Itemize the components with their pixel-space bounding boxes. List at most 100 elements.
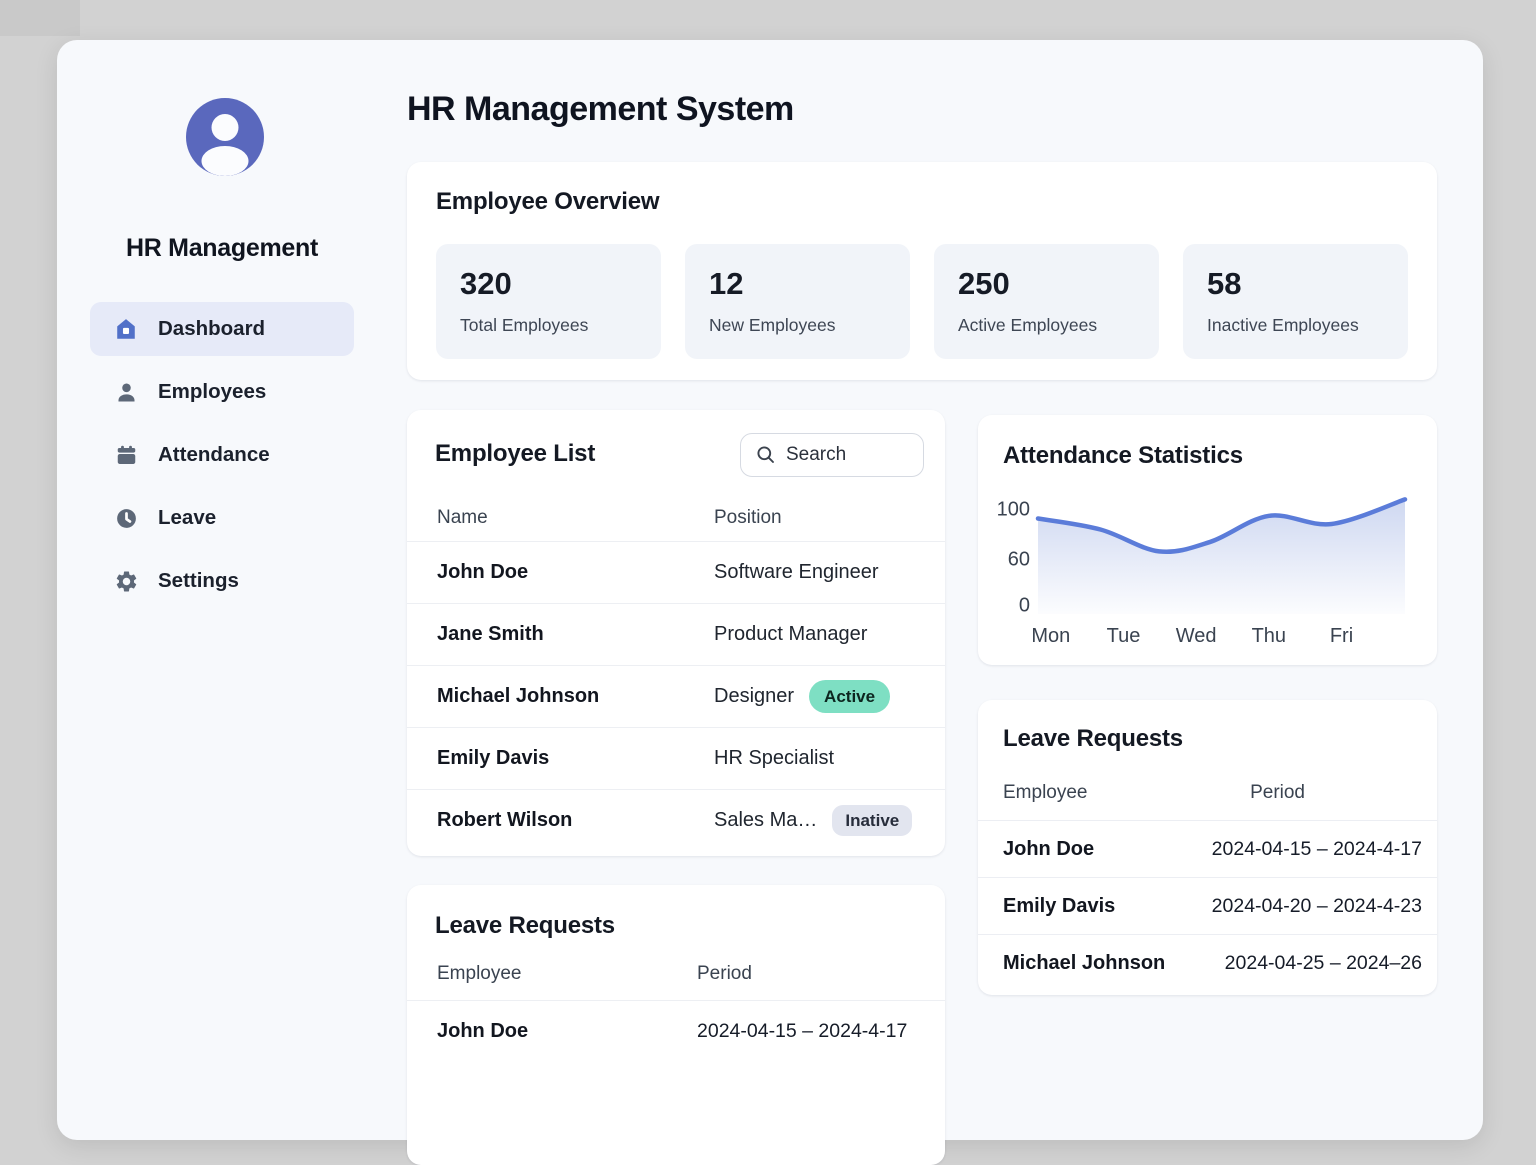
column-header-position: Position (714, 507, 782, 528)
employee-position: Product Manager (714, 623, 868, 645)
table-row: Michael Johnson 2024-04-25 – 2024–26 (978, 934, 1437, 991)
column-header-employee: Employee (1003, 782, 1088, 803)
stat-label: Total Employees (460, 315, 589, 335)
stat-label: Active Employees (958, 315, 1098, 335)
employee-name: Jane Smith (437, 623, 544, 645)
table-row: Jane Smith Product Manager (407, 603, 945, 665)
x-tick-label: Mon (1031, 625, 1071, 647)
page-title: HR Management System (407, 90, 794, 128)
leave-employee: John Doe (1003, 837, 1095, 860)
employee-list-title: Employee List (435, 440, 596, 467)
brand-name: HR Management (126, 234, 318, 262)
employee-position: Designer (714, 685, 795, 707)
stat-card-inactive-employees: 58 Inactive Employees (1183, 244, 1408, 359)
sidebar-item-label: Settings (158, 569, 239, 592)
table-row: John Doe 2024-04-15 – 2024-4-17 (978, 820, 1437, 877)
status-badge: Active (809, 680, 891, 713)
stat-value: 320 (460, 266, 512, 301)
table-row: John Doe 2024-04-15 – 2024-4-17 (407, 1000, 945, 1062)
table-row: John Doe Software Engineer (407, 541, 945, 603)
desktop-background-corner (0, 0, 80, 36)
employee-position-cell: Designer Active (714, 680, 945, 713)
table-row: Emily Davis 2024-04-20 – 2024-4-23 (978, 877, 1437, 934)
calendar-icon (111, 442, 141, 468)
y-tick-label: 0 (1018, 594, 1030, 617)
sidebar-item-dashboard[interactable]: Dashboard (90, 302, 354, 356)
column-header-period: Period (697, 962, 752, 984)
attendance-statistics-panel: Attendance Statistics 100 60 0 Mon Tue Wed Th… (978, 415, 1437, 665)
search-icon (755, 444, 777, 466)
attendance-title: Attendance Statistics (1003, 442, 1243, 469)
employee-list-header: Employee List (407, 410, 945, 495)
employee-overview-panel: Employee Overview 320 Total Employees 12… (407, 162, 1437, 380)
employee-position: Sales Ma… (714, 809, 818, 831)
home-icon (111, 316, 141, 342)
stat-value: 58 (1207, 266, 1242, 301)
search-input[interactable] (786, 444, 906, 466)
employee-name: Emily Davis (437, 747, 550, 769)
sidebar-item-label: Dashboard (158, 317, 266, 340)
employee-name: John Doe (437, 561, 529, 583)
employee-position: HR Specialist (714, 747, 835, 769)
x-tick-label: Tue (1106, 625, 1141, 647)
leave-period: 2024-04-15 – 2024-4-17 (697, 1020, 908, 1042)
employee-list-panel: Employee List Name Position John Doe Sof… (407, 410, 945, 856)
sidebar-nav: Dashboard Employees Attendance Leave Set… (90, 302, 354, 617)
table-row: Robert Wilson Sales Ma… Inative (407, 789, 945, 851)
leave-employee: Emily Davis (1003, 894, 1116, 917)
leave-table-rows: John Doe 2024-04-15 – 2024-4-17 Emily Da… (978, 820, 1437, 991)
sidebar-item-leave[interactable]: Leave (90, 491, 354, 545)
stat-card-active-employees: 250 Active Employees (934, 244, 1159, 359)
clock-icon (111, 505, 141, 531)
x-tick-label: Thu (1251, 625, 1287, 647)
y-tick-label: 60 (1007, 548, 1030, 571)
leave-employee: John Doe (437, 1020, 529, 1042)
leave-table-rows: John Doe 2024-04-15 – 2024-4-17 (407, 1000, 945, 1062)
table-row: Emily Davis HR Specialist (407, 727, 945, 789)
leave-table-columns: Employee Period (407, 947, 945, 1000)
x-tick-label: Fri (1329, 625, 1354, 647)
column-header-name: Name (437, 507, 488, 528)
app-window: HR Management Dashboard Employees Attend… (57, 40, 1483, 1165)
employee-overview-title: Employee Overview (436, 188, 660, 215)
stat-card-new-employees: 12 New Employees (685, 244, 910, 359)
stat-label: New Employees (709, 315, 836, 335)
attendance-line-chart (1035, 496, 1408, 614)
leave-requests-title: Leave Requests (435, 912, 615, 939)
sidebar-item-attendance[interactable]: Attendance (90, 428, 354, 482)
person-icon (111, 379, 141, 405)
leave-period: 2024-04-25 – 2024–26 (1224, 951, 1422, 974)
x-tick-label: Wed (1175, 625, 1217, 647)
sidebar-item-label: Attendance (158, 443, 270, 466)
leave-employee: Michael Johnson (1003, 951, 1166, 974)
stat-label: Inactive Employees (1207, 315, 1359, 335)
stat-cards: 320 Total Employees 12 New Employees 250… (436, 244, 1408, 359)
chart-area-fill (1038, 499, 1405, 614)
employee-table-columns: Name Position (407, 495, 945, 541)
chart-x-axis: Mon Tue Wed Thu Fri (1031, 625, 1405, 651)
y-tick-label: 100 (996, 498, 1030, 521)
stat-value: 250 (958, 266, 1010, 301)
employee-name: Michael Johnson (437, 685, 600, 707)
leave-table-columns: Employee Period (978, 766, 1437, 820)
gear-icon (111, 568, 141, 594)
leave-requests-bottom-panel: Leave Requests Employee Period John Doe … (407, 885, 945, 1165)
sidebar-item-label: Employees (158, 380, 267, 403)
sidebar-item-settings[interactable]: Settings (90, 554, 354, 608)
stat-card-total-employees: 320 Total Employees (436, 244, 661, 359)
column-header-employee: Employee (437, 962, 522, 984)
chart-y-axis: 100 60 0 (986, 496, 1030, 617)
status-badge: Inative (832, 805, 913, 836)
user-avatar-icon (185, 97, 265, 177)
employee-position-cell: Sales Ma… Inative (714, 805, 945, 836)
leave-requests-side-panel: Leave Requests Employee Period John Doe … (978, 700, 1437, 995)
stat-value: 12 (709, 266, 744, 301)
leave-period: 2024-04-20 – 2024-4-23 (1211, 894, 1422, 917)
leave-requests-title: Leave Requests (1003, 725, 1183, 752)
leave-period: 2024-04-15 – 2024-4-17 (1211, 837, 1422, 860)
column-header-period: Period (1250, 782, 1305, 803)
search-box[interactable] (740, 433, 924, 477)
sidebar-item-employees[interactable]: Employees (90, 365, 354, 419)
table-row: Michael Johnson Designer Active (407, 665, 945, 727)
sidebar-item-label: Leave (158, 506, 217, 529)
